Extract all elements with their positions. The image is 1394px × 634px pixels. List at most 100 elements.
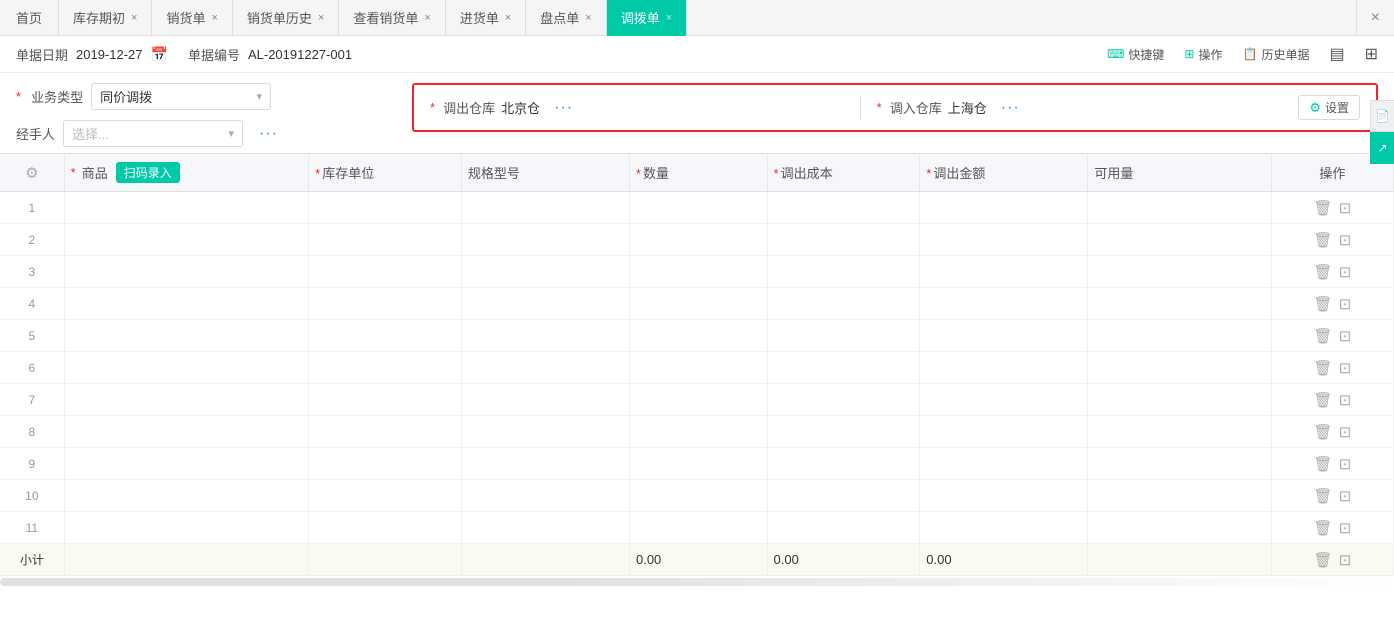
calendar-icon[interactable]: 📅 — [151, 46, 168, 63]
delete-icon-6[interactable]: 🗑 — [1314, 359, 1333, 377]
row-qty-8[interactable] — [629, 416, 767, 448]
biz-type-select[interactable]: 同价调拨 ▾ — [91, 83, 271, 110]
copy-icon-7[interactable]: ⊡ — [1339, 391, 1352, 409]
row-spec-8[interactable] — [461, 416, 629, 448]
row-cost-3[interactable] — [767, 256, 920, 288]
row-unit-10[interactable] — [309, 480, 462, 512]
delete-icon-4[interactable]: 🗑 — [1314, 295, 1333, 313]
row-qty-9[interactable] — [629, 448, 767, 480]
close-inventory-init[interactable]: × — [131, 12, 137, 24]
grid-button[interactable]: ⊞ — [1365, 44, 1378, 64]
row-amount-2[interactable] — [920, 224, 1088, 256]
row-avail-4[interactable] — [1088, 288, 1271, 320]
tab-purchase-order[interactable]: 进货单 × — [446, 0, 526, 36]
row-cost-11[interactable] — [767, 512, 920, 544]
copy-icon-11[interactable]: ⊡ — [1339, 519, 1352, 537]
row-goods-11[interactable] — [64, 512, 308, 544]
close-inventory-count[interactable]: × — [585, 12, 591, 24]
out-warehouse-more-button[interactable]: ··· — [554, 99, 573, 117]
row-cost-2[interactable] — [767, 224, 920, 256]
row-goods-6[interactable] — [64, 352, 308, 384]
row-spec-2[interactable] — [461, 224, 629, 256]
row-cost-6[interactable] — [767, 352, 920, 384]
tab-transfer-order[interactable]: 调拨单 × — [607, 0, 687, 36]
in-warehouse-more-button[interactable]: ··· — [1001, 99, 1020, 117]
row-qty-6[interactable] — [629, 352, 767, 384]
copy-icon-2[interactable]: ⊡ — [1339, 231, 1352, 249]
layout-button[interactable]: ▤ — [1329, 44, 1344, 64]
row-unit-9[interactable] — [309, 448, 462, 480]
tab-inventory-count[interactable]: 盘点单 × — [526, 0, 606, 36]
row-avail-9[interactable] — [1088, 448, 1271, 480]
delete-icon-1[interactable]: 🗑 — [1314, 199, 1333, 217]
copy-icon-10[interactable]: ⊡ — [1339, 487, 1352, 505]
delete-icon-10[interactable]: 🗑 — [1314, 487, 1333, 505]
row-unit-1[interactable] — [309, 192, 462, 224]
row-qty-2[interactable] — [629, 224, 767, 256]
row-goods-10[interactable] — [64, 480, 308, 512]
row-spec-3[interactable] — [461, 256, 629, 288]
row-spec-11[interactable] — [461, 512, 629, 544]
row-spec-4[interactable] — [461, 288, 629, 320]
row-amount-4[interactable] — [920, 288, 1088, 320]
delete-icon-3[interactable]: 🗑 — [1314, 263, 1333, 281]
side-export-button[interactable]: ↗ — [1370, 132, 1394, 164]
close-view-sales[interactable]: × — [424, 12, 430, 24]
copy-icon-1[interactable]: ⊡ — [1339, 199, 1352, 217]
delete-icon-8[interactable]: 🗑 — [1314, 423, 1333, 441]
row-avail-11[interactable] — [1088, 512, 1271, 544]
row-avail-8[interactable] — [1088, 416, 1271, 448]
row-unit-8[interactable] — [309, 416, 462, 448]
tab-inventory-init[interactable]: 库存期初 × — [59, 0, 152, 36]
row-amount-10[interactable] — [920, 480, 1088, 512]
row-cost-8[interactable] — [767, 416, 920, 448]
row-qty-4[interactable] — [629, 288, 767, 320]
th-settings[interactable]: ⚙ — [0, 154, 64, 192]
row-amount-7[interactable] — [920, 384, 1088, 416]
copy-icon-3[interactable]: ⊡ — [1339, 263, 1352, 281]
row-amount-8[interactable] — [920, 416, 1088, 448]
row-amount-6[interactable] — [920, 352, 1088, 384]
delete-icon-subtotal[interactable]: 🗑 — [1314, 551, 1333, 569]
row-amount-3[interactable] — [920, 256, 1088, 288]
row-goods-2[interactable] — [64, 224, 308, 256]
row-unit-4[interactable] — [309, 288, 462, 320]
row-cost-10[interactable] — [767, 480, 920, 512]
row-spec-5[interactable] — [461, 320, 629, 352]
row-qty-11[interactable] — [629, 512, 767, 544]
delete-icon-2[interactable]: 🗑 — [1314, 231, 1333, 249]
settings-button[interactable]: ⚙ 设置 — [1298, 95, 1360, 120]
row-avail-6[interactable] — [1088, 352, 1271, 384]
row-unit-2[interactable] — [309, 224, 462, 256]
copy-icon-6[interactable]: ⊡ — [1339, 359, 1352, 377]
row-unit-11[interactable] — [309, 512, 462, 544]
scan-button[interactable]: 扫码录入 — [116, 162, 180, 183]
row-spec-7[interactable] — [461, 384, 629, 416]
row-cost-9[interactable] — [767, 448, 920, 480]
close-sales-order[interactable]: × — [211, 12, 217, 24]
close-sales-history[interactable]: × — [318, 12, 324, 24]
close-purchase-order[interactable]: × — [505, 12, 511, 24]
row-goods-3[interactable] — [64, 256, 308, 288]
copy-icon-4[interactable]: ⊡ — [1339, 295, 1352, 313]
row-spec-6[interactable] — [461, 352, 629, 384]
delete-icon-9[interactable]: 🗑 — [1314, 455, 1333, 473]
row-goods-5[interactable] — [64, 320, 308, 352]
delete-icon-11[interactable]: 🗑 — [1314, 519, 1333, 537]
copy-icon-5[interactable]: ⊡ — [1339, 327, 1352, 345]
row-spec-1[interactable] — [461, 192, 629, 224]
copy-icon-subtotal[interactable]: ⊡ — [1339, 551, 1352, 569]
row-avail-7[interactable] — [1088, 384, 1271, 416]
row-qty-7[interactable] — [629, 384, 767, 416]
handler-select[interactable]: 选择... ▾ — [63, 120, 243, 147]
delete-icon-7[interactable]: 🗑 — [1314, 391, 1333, 409]
shortcut-button[interactable]: ⌨ 快捷键 — [1107, 46, 1164, 63]
row-amount-5[interactable] — [920, 320, 1088, 352]
row-avail-1[interactable] — [1088, 192, 1271, 224]
side-doc-button[interactable]: 📄 — [1370, 100, 1394, 132]
copy-icon-8[interactable]: ⊡ — [1339, 423, 1352, 441]
tab-view-sales[interactable]: 查看销货单 × — [339, 0, 445, 36]
window-close-button[interactable]: × — [1356, 0, 1394, 36]
row-amount-9[interactable] — [920, 448, 1088, 480]
row-avail-5[interactable] — [1088, 320, 1271, 352]
